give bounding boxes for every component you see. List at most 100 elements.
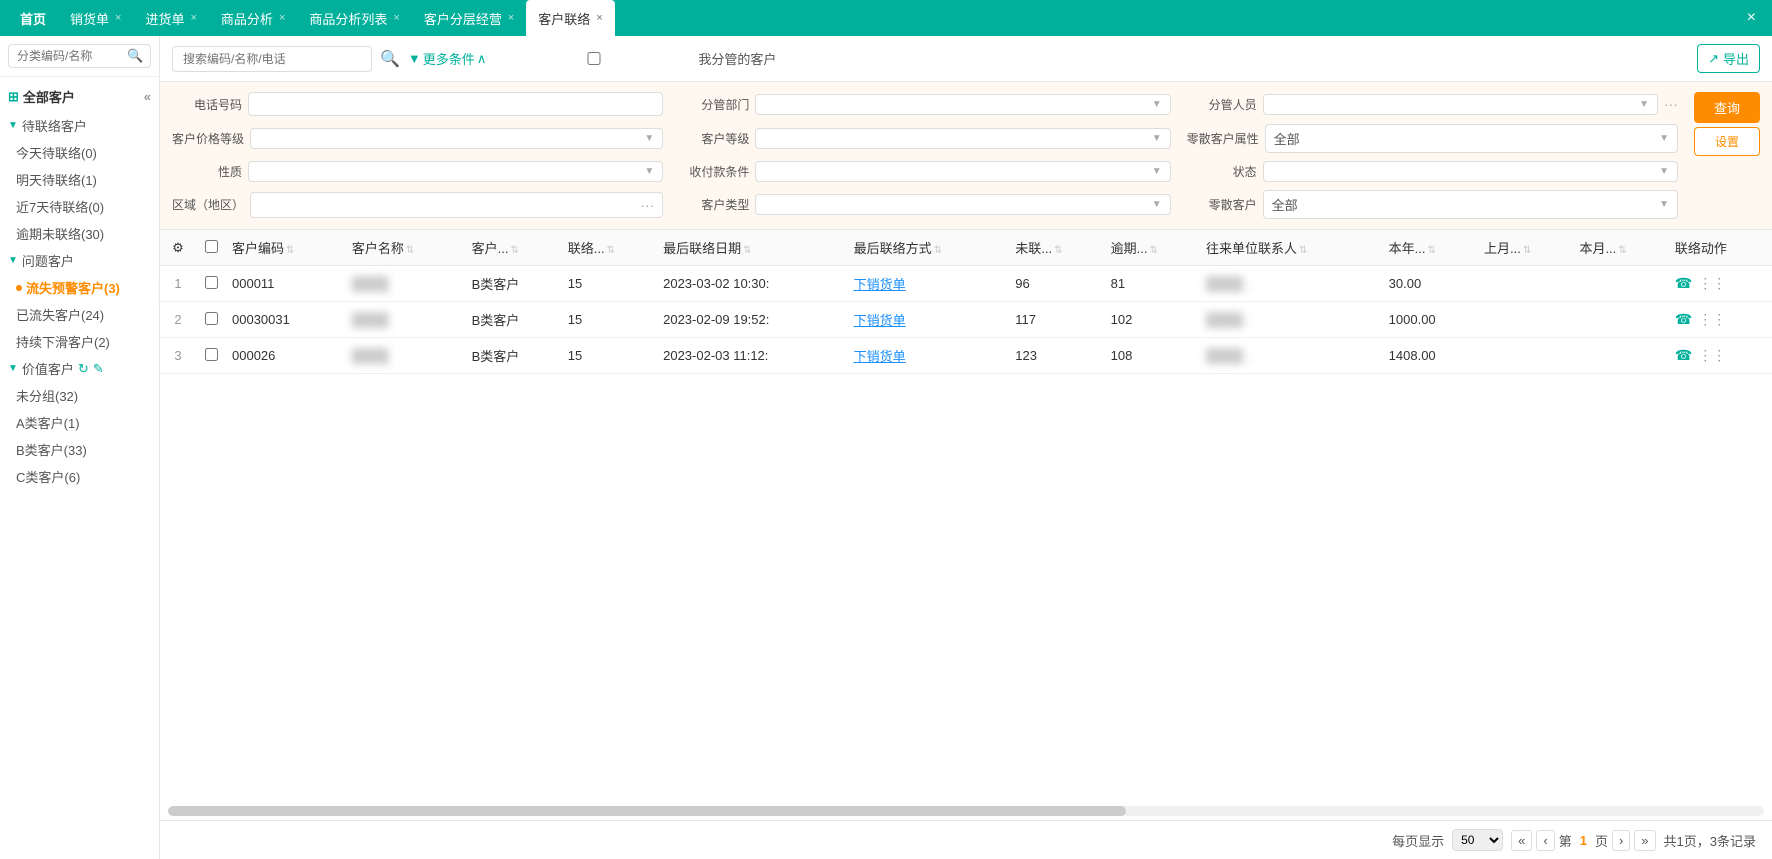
name-sort-icon[interactable]: ⇅: [406, 245, 414, 256]
select-all-checkbox[interactable]: [205, 240, 218, 253]
my-customers-checkbox[interactable]: [494, 52, 694, 65]
row-action-1: ☎ ⋮⋮: [1669, 302, 1772, 338]
sidebar-section-valuable[interactable]: ▼ 价值客户 ↻ ✎: [0, 355, 159, 382]
settings-button[interactable]: 设置: [1694, 127, 1760, 156]
contact-action-icon-2[interactable]: ☎: [1675, 347, 1692, 364]
valuable-refresh-icon[interactable]: ↻: [78, 361, 89, 377]
unit-contact-sort-icon[interactable]: ⇅: [1299, 245, 1307, 256]
more-action-icon-0[interactable]: ⋮⋮: [1698, 275, 1726, 292]
horizontal-scrollbar[interactable]: [168, 806, 1764, 816]
filter-sparse-customer: 零散客户 全部 ▼: [1187, 190, 1678, 219]
dept-chevron-icon: ▼: [1152, 99, 1162, 110]
sidebar-item-class-b[interactable]: B类客户(33): [0, 436, 159, 463]
chevron-down-icon: ∧: [477, 51, 487, 67]
first-page-btn[interactable]: «: [1511, 830, 1532, 851]
row-last-month-2: [1478, 338, 1573, 374]
filter-payment-select[interactable]: ▼: [755, 161, 1170, 182]
row-this-year-1: 1000.00: [1383, 302, 1478, 338]
next-page-btn[interactable]: ›: [1612, 830, 1630, 851]
type-sort-icon[interactable]: ⇅: [510, 245, 518, 256]
filter-customer-level-select[interactable]: ▼: [755, 128, 1170, 149]
last-month-sort-icon[interactable]: ⇅: [1523, 245, 1531, 256]
tab-sales[interactable]: 销货单 ×: [58, 0, 133, 36]
sidebar-item-unclassified[interactable]: 未分组(32): [0, 382, 159, 409]
sidebar-item-today[interactable]: 今天待联络(0): [0, 139, 159, 166]
filter-phone-input[interactable]: [248, 92, 663, 116]
filter-customer-type-select[interactable]: ▼: [755, 194, 1170, 215]
last-page-btn[interactable]: »: [1634, 830, 1655, 851]
all-customers-label: 全部客户: [23, 87, 75, 106]
price-level-chevron-icon: ▼: [644, 133, 654, 144]
sidebar-all-customers[interactable]: ⊞ 全部客户 «: [0, 81, 159, 112]
filter-sparse-attr-select[interactable]: 全部 ▼: [1265, 124, 1678, 153]
valuable-edit-icon[interactable]: ✎: [93, 361, 104, 377]
tab-product-analysis-close[interactable]: ×: [279, 12, 285, 24]
prev-page-btn[interactable]: ‹: [1536, 830, 1554, 851]
search-button[interactable]: 🔍: [380, 49, 400, 69]
export-button[interactable]: ↗ 导出: [1697, 44, 1760, 73]
tab-purchase-close[interactable]: ×: [190, 12, 196, 24]
sidebar-item-class-a[interactable]: A类客户(1): [0, 409, 159, 436]
tab-home[interactable]: 首页: [8, 0, 58, 36]
last-date-sort-icon[interactable]: ⇅: [743, 245, 751, 256]
tab-product-list[interactable]: 商品分析列表 ×: [297, 0, 411, 36]
region-more-icon[interactable]: ···: [640, 197, 654, 213]
tab-sales-close[interactable]: ×: [115, 12, 121, 24]
query-button[interactable]: 查询: [1694, 92, 1760, 123]
tab-product-analysis[interactable]: 商品分析 ×: [209, 0, 297, 36]
sidebar-section-pending[interactable]: ▼ 待联络客户: [0, 112, 159, 139]
more-conditions-button[interactable]: ▼ 更多条件 ∧: [408, 49, 486, 68]
row-overdue-1: 102: [1105, 302, 1200, 338]
sidebar-item-class-c[interactable]: C类客户(6): [0, 463, 159, 490]
row-code-2: 000026: [226, 338, 346, 374]
row-last-method-1[interactable]: 下销货单: [848, 302, 1010, 338]
table-row: 1 000011 ████ B类客户 15 2023-03-02 10:30: …: [160, 266, 1772, 302]
contact-sort-icon[interactable]: ⇅: [607, 245, 615, 256]
contact-action-icon-0[interactable]: ☎: [1675, 275, 1692, 292]
row-last-method-0[interactable]: 下销货单: [848, 266, 1010, 302]
sidebar-collapse-icon[interactable]: «: [144, 89, 151, 104]
filter-nature-select[interactable]: ▼: [248, 161, 663, 182]
tab-product-list-close[interactable]: ×: [393, 12, 399, 24]
per-page-select[interactable]: 50 100 200: [1452, 829, 1503, 851]
last-method-sort-icon[interactable]: ⇅: [934, 245, 942, 256]
sidebar-item-hold-down[interactable]: 持续下滑客户(2): [0, 328, 159, 355]
close-all-tabs[interactable]: ×: [1739, 9, 1764, 27]
my-customers-filter[interactable]: 我分管的客户: [494, 49, 776, 68]
tab-customer-contact-close[interactable]: ×: [596, 12, 602, 24]
this-year-sort-icon[interactable]: ⇅: [1428, 245, 1436, 256]
filter-manager-select[interactable]: ▼: [1263, 94, 1658, 115]
sidebar-item-already-lost[interactable]: 已流失客户(24): [0, 301, 159, 328]
tab-customer-contact[interactable]: 客户联络 ×: [526, 0, 614, 36]
row-last-date-2: 2023-02-03 11:12:: [657, 338, 847, 374]
tab-customer-segment-close[interactable]: ×: [508, 12, 514, 24]
filter-sparse-customer-select[interactable]: 全部 ▼: [1263, 190, 1678, 219]
filter-region-select[interactable]: ···: [250, 192, 663, 218]
sidebar-item-lost-predicted[interactable]: 流失预警客户(3): [0, 274, 159, 301]
code-sort-icon[interactable]: ⇅: [286, 245, 294, 256]
filter-status-select[interactable]: ▼: [1263, 161, 1678, 182]
this-month-sort-icon[interactable]: ⇅: [1618, 245, 1626, 256]
row-last-method-2[interactable]: 下销货单: [848, 338, 1010, 374]
manager-more-icon[interactable]: ···: [1664, 96, 1678, 112]
row-checkbox-0[interactable]: [196, 266, 226, 302]
tab-customer-segment[interactable]: 客户分层经营 ×: [412, 0, 526, 36]
sidebar-section-problem[interactable]: ▼ 问题客户: [0, 247, 159, 274]
search-input[interactable]: [172, 46, 372, 72]
filter-nature: 性质 ▼: [172, 161, 663, 182]
row-checkbox-1[interactable]: [196, 302, 226, 338]
uncontacted-sort-icon[interactable]: ⇅: [1054, 245, 1062, 256]
overdue-sort-icon[interactable]: ⇅: [1149, 245, 1157, 256]
row-checkbox-2[interactable]: [196, 338, 226, 374]
sidebar-item-week[interactable]: 近7天待联络(0): [0, 193, 159, 220]
col-settings[interactable]: ⚙: [160, 230, 196, 266]
sidebar-item-tomorrow[interactable]: 明天待联络(1): [0, 166, 159, 193]
filter-dept-select[interactable]: ▼: [755, 94, 1170, 115]
filter-customer-level: 客户等级 ▼: [679, 128, 1170, 149]
sidebar-item-overdue-contact[interactable]: 逾期未联络(30): [0, 220, 159, 247]
filter-price-level-select[interactable]: ▼: [250, 128, 663, 149]
more-action-icon-1[interactable]: ⋮⋮: [1698, 311, 1726, 328]
contact-action-icon-1[interactable]: ☎: [1675, 311, 1692, 328]
more-action-icon-2[interactable]: ⋮⋮: [1698, 347, 1726, 364]
tab-purchase[interactable]: 进货单 ×: [133, 0, 208, 36]
